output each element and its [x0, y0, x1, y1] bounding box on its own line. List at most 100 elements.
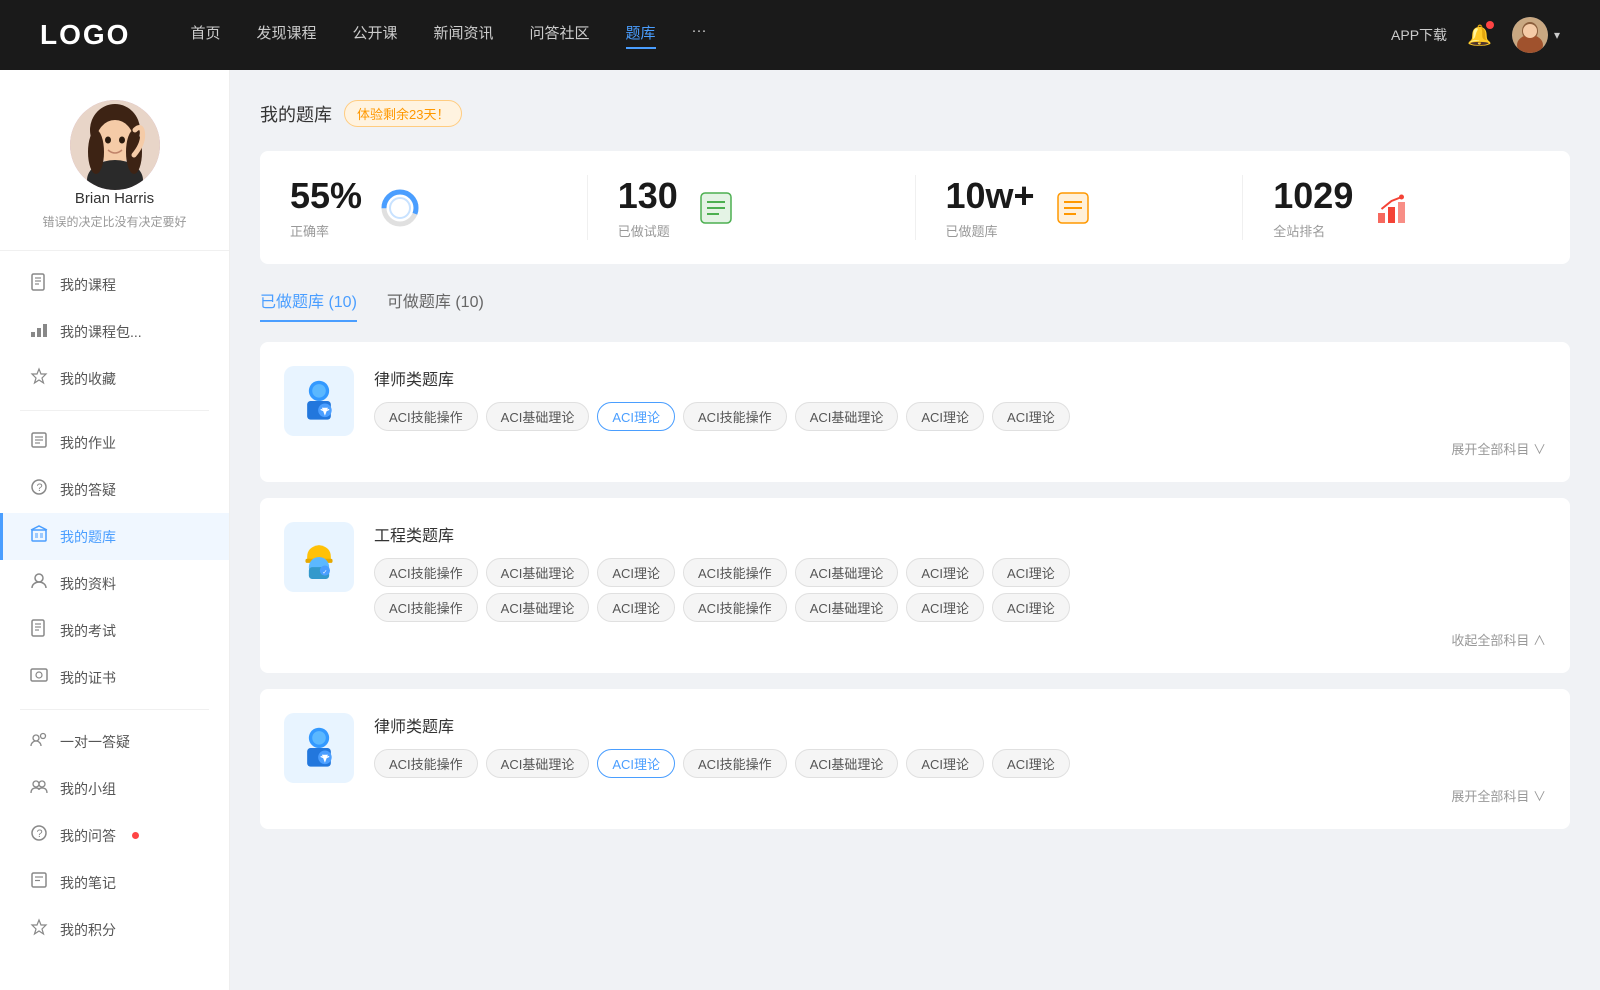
- sidebar-item-my-courses[interactable]: 我的课程: [0, 261, 229, 308]
- eng-tag2-4[interactable]: ACI基础理论: [795, 593, 899, 622]
- stat-done-questions-label: 已做试题: [618, 221, 678, 240]
- document-icon: [30, 273, 48, 296]
- lawyer2-tag-2-active[interactable]: ACI理论: [597, 749, 675, 778]
- sidebar-item-exam[interactable]: 我的考试: [0, 607, 229, 654]
- questions-icon: ?: [30, 824, 48, 847]
- tag-2-active[interactable]: ACI理论: [597, 402, 675, 431]
- tag-1[interactable]: ACI基础理论: [486, 402, 590, 431]
- sidebar-label-my-courses: 我的课程: [60, 275, 116, 295]
- profile-avatar: [70, 100, 160, 190]
- sidebar-item-certificate[interactable]: 我的证书: [0, 654, 229, 701]
- tag-4[interactable]: ACI基础理论: [795, 402, 899, 431]
- eng-tag-1[interactable]: ACI基础理论: [486, 558, 590, 587]
- sidebar-item-course-package[interactable]: 我的课程包...: [0, 308, 229, 355]
- sidebar-label-course-package: 我的课程包...: [60, 322, 142, 342]
- tag-3[interactable]: ACI技能操作: [683, 402, 787, 431]
- sidebar-label-questions: 我的问答: [60, 826, 116, 846]
- nav-more[interactable]: ···: [692, 22, 707, 49]
- sidebar-label-favorites: 我的收藏: [60, 369, 116, 389]
- bank-name-engineer: 工程类题库: [374, 522, 1546, 546]
- done-questions-icon: [694, 186, 738, 230]
- lawyer2-tag-0[interactable]: ACI技能操作: [374, 749, 478, 778]
- app-download-button[interactable]: APP下载: [1391, 25, 1447, 45]
- nav-qa[interactable]: 问答社区: [530, 22, 590, 49]
- eng-tag-3[interactable]: ACI技能操作: [683, 558, 787, 587]
- bank-icon-lawyer-2: [284, 713, 354, 783]
- eng-tag-0[interactable]: ACI技能操作: [374, 558, 478, 587]
- expand-button-1[interactable]: 展开全部科目 ∨: [374, 439, 1546, 458]
- sidebar-label-qa: 我的答疑: [60, 480, 116, 500]
- main-header: LOGO 首页 发现课程 公开课 新闻资讯 问答社区 题库 ··· APP下载 …: [0, 0, 1600, 70]
- collapse-button[interactable]: 收起全部科目 ∧: [374, 630, 1546, 649]
- lawyer2-tag-3[interactable]: ACI技能操作: [683, 749, 787, 778]
- eng-tag2-0[interactable]: ACI技能操作: [374, 593, 478, 622]
- sidebar-item-tutoring[interactable]: 一对一答疑: [0, 718, 229, 765]
- notification-bell[interactable]: 🔔: [1467, 23, 1492, 48]
- tutoring-icon: [30, 730, 48, 753]
- bank-name-lawyer-1: 律师类题库: [374, 366, 1546, 390]
- sidebar-item-questions[interactable]: ? 我的问答: [0, 812, 229, 859]
- sidebar-label-certificate: 我的证书: [60, 668, 116, 688]
- bank-card-engineer: ✓ 工程类题库 ACI技能操作 ACI基础理论 ACI理论 ACI技能操作 AC…: [260, 498, 1570, 673]
- groups-icon: [30, 777, 48, 800]
- nav-home[interactable]: 首页: [190, 22, 220, 49]
- eng-tag2-6[interactable]: ACI理论: [992, 593, 1070, 622]
- tag-0[interactable]: ACI技能操作: [374, 402, 478, 431]
- avatar: [1512, 17, 1548, 53]
- eng-tag2-1[interactable]: ACI基础理论: [486, 593, 590, 622]
- eng-tag-5[interactable]: ACI理论: [906, 558, 984, 587]
- rank-icon: [1369, 186, 1413, 230]
- sidebar-label-my-data: 我的资料: [60, 574, 116, 594]
- eng-tag-4[interactable]: ACI基础理论: [795, 558, 899, 587]
- sidebar-label-points: 我的积分: [60, 920, 116, 940]
- trial-badge: 体验剩余23天！: [344, 100, 462, 127]
- sidebar-item-favorites[interactable]: 我的收藏: [0, 355, 229, 402]
- eng-tag2-5[interactable]: ACI理论: [906, 593, 984, 622]
- expand-button-3[interactable]: 展开全部科目 ∨: [374, 786, 1546, 805]
- sidebar-item-points[interactable]: 我的积分: [0, 906, 229, 953]
- tab-done-banks[interactable]: 已做题库 (10): [260, 288, 357, 322]
- sidebar-label-notes: 我的笔记: [60, 873, 116, 893]
- exam-icon: [30, 619, 48, 642]
- sidebar-label-question-bank: 我的题库: [60, 527, 116, 547]
- nav-open-course[interactable]: 公开课: [352, 22, 397, 49]
- lawyer2-tag-1[interactable]: ACI基础理论: [486, 749, 590, 778]
- bank-content-lawyer-2: 律师类题库 ACI技能操作 ACI基础理论 ACI理论 ACI技能操作 ACI基…: [374, 713, 1546, 805]
- sidebar-item-my-data[interactable]: 我的资料: [0, 560, 229, 607]
- bank-name-lawyer-2: 律师类题库: [374, 713, 1546, 737]
- tag-6[interactable]: ACI理论: [992, 402, 1070, 431]
- stat-rank-label: 全站排名: [1273, 221, 1353, 240]
- lawyer2-tag-6[interactable]: ACI理论: [992, 749, 1070, 778]
- eng-tag-2[interactable]: ACI理论: [597, 558, 675, 587]
- star-icon: [30, 367, 48, 390]
- notes-icon: [30, 871, 48, 894]
- nav-question-bank[interactable]: 题库: [626, 22, 656, 49]
- sidebar: Brian Harris 错误的决定比没有决定要好 我的课程 我的课程包...: [0, 70, 230, 990]
- eng-tag-6[interactable]: ACI理论: [992, 558, 1070, 587]
- sidebar-item-question-bank[interactable]: 我的题库: [0, 513, 229, 560]
- lawyer2-tag-5[interactable]: ACI理论: [906, 749, 984, 778]
- lawyer2-tag-4[interactable]: ACI基础理论: [795, 749, 899, 778]
- stat-done-questions: 130 已做试题: [587, 175, 885, 240]
- tab-available-banks[interactable]: 可做题库 (10): [387, 288, 484, 322]
- sidebar-item-qa[interactable]: ? 我的答疑: [0, 466, 229, 513]
- sidebar-item-homework[interactable]: 我的作业: [0, 419, 229, 466]
- accuracy-chart-icon: [378, 186, 422, 230]
- user-avatar-menu[interactable]: ▾: [1512, 17, 1560, 53]
- eng-tag2-3[interactable]: ACI技能操作: [683, 593, 787, 622]
- logo: LOGO: [40, 19, 130, 51]
- nav-news[interactable]: 新闻资讯: [434, 22, 494, 49]
- sidebar-item-groups[interactable]: 我的小组: [0, 765, 229, 812]
- page-title: 我的题库: [260, 101, 332, 127]
- profile-motto: 错误的决定比没有决定要好: [42, 213, 186, 230]
- homework-icon: [30, 431, 48, 454]
- nav-courses[interactable]: 发现课程: [256, 22, 316, 49]
- profile-name: Brian Harris: [75, 190, 154, 207]
- tag-5[interactable]: ACI理论: [906, 402, 984, 431]
- bank-card-header-engineer: ✓ 工程类题库 ACI技能操作 ACI基础理论 ACI理论 ACI技能操作 AC…: [284, 522, 1546, 649]
- question-icon: ?: [30, 478, 48, 501]
- tags-row-engineer-1: ACI技能操作 ACI基础理论 ACI理论 ACI技能操作 ACI基础理论 AC…: [374, 558, 1546, 587]
- eng-tag2-2[interactable]: ACI理论: [597, 593, 675, 622]
- sidebar-item-notes[interactable]: 我的笔记: [0, 859, 229, 906]
- divider-2: [20, 709, 209, 710]
